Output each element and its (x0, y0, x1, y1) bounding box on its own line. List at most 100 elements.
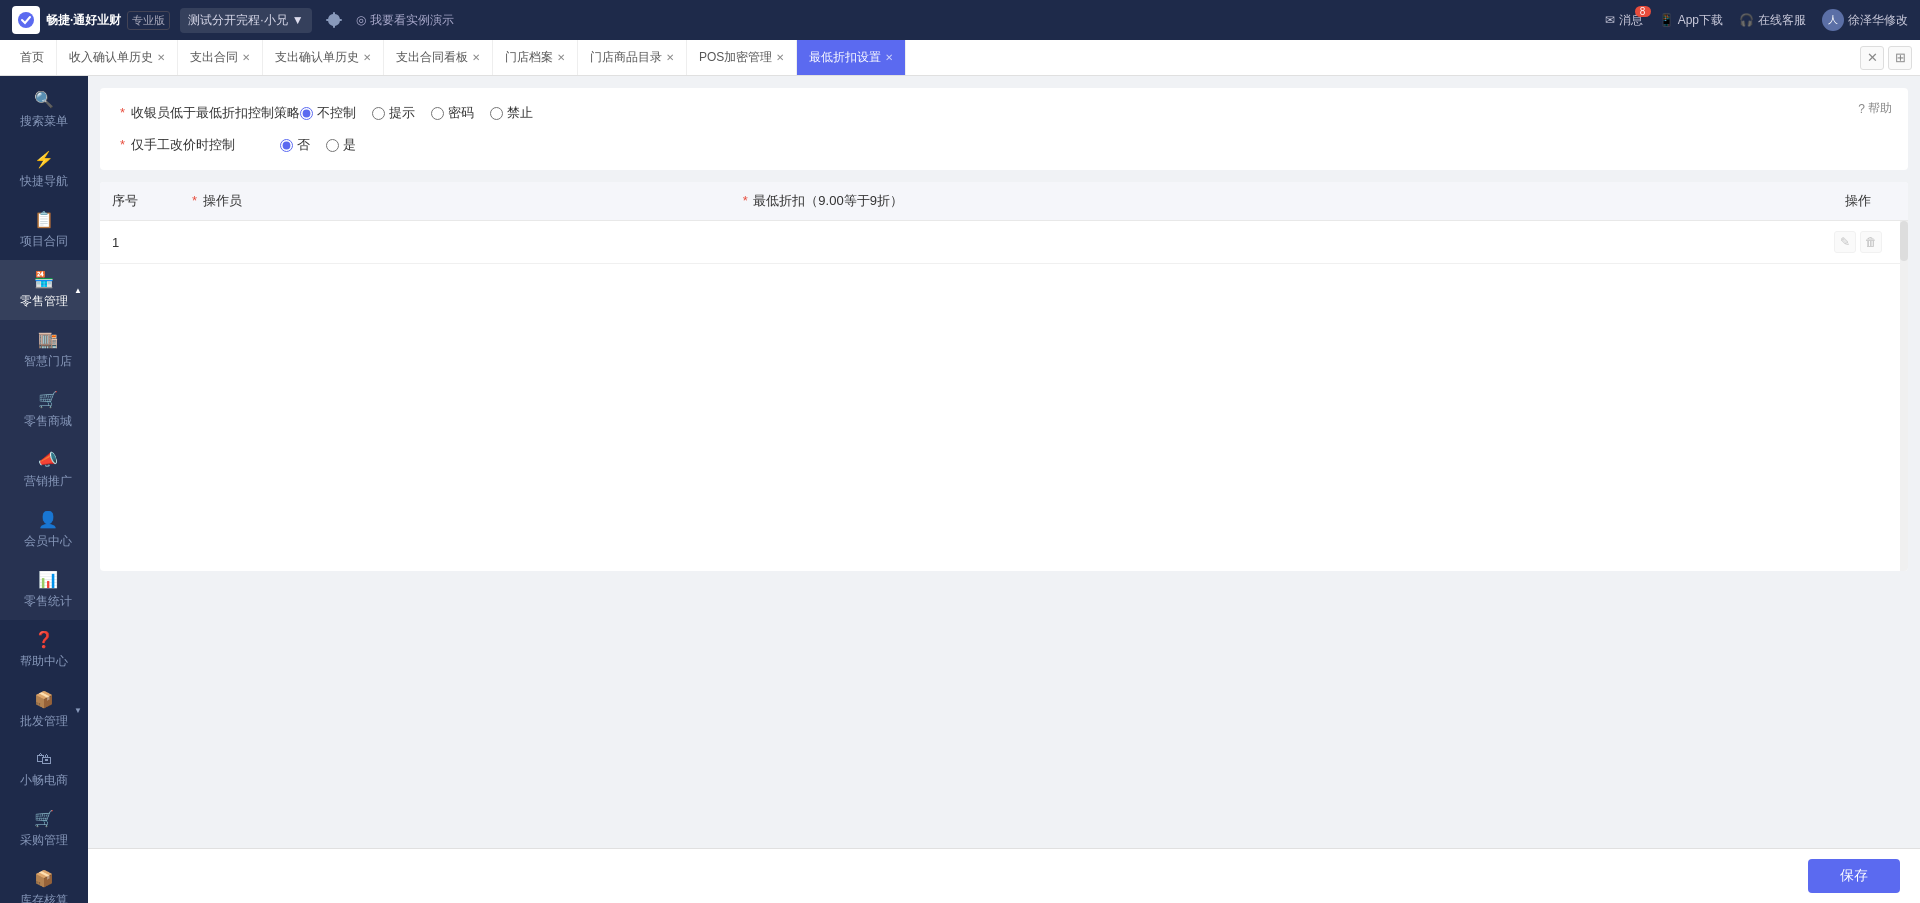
ecommerce-icon: 🛍 (36, 750, 52, 768)
tab-home[interactable]: 首页 (8, 40, 57, 76)
tab-close-btn[interactable]: ✕ (1860, 46, 1884, 70)
discount-strategy-label: * 收银员低于最低折扣控制策略 (120, 104, 300, 122)
tab-pos-password-close[interactable]: ✕ (776, 52, 784, 63)
table-body: 1 ✎ 🗑 (100, 221, 1908, 264)
batch-icon: 📦 (34, 690, 54, 709)
radio-tip-label: 提示 (389, 104, 415, 122)
help-icon: ❓ (34, 630, 54, 649)
sidebar-item-help[interactable]: ❓ 帮助中心 (0, 620, 88, 680)
sidebar-item-batch[interactable]: 📦 批发管理 (0, 680, 88, 740)
tab-home-label: 首页 (20, 49, 44, 66)
sidebar-item-project-label: 项目合同 (20, 233, 68, 250)
tab-menu-btn[interactable]: ⊞ (1888, 46, 1912, 70)
header-right: ✉ 消息 8 📱 App下载 🎧 在线客服 人 徐泽华修改 (1605, 9, 1908, 31)
sidebar-item-search[interactable]: 🔍 搜索菜单 (0, 80, 88, 140)
sidebar-item-quick-nav[interactable]: ⚡ 快捷导航 (0, 140, 88, 200)
radio-password-label: 密码 (448, 104, 474, 122)
tab-payment-board-close[interactable]: ✕ (472, 52, 480, 63)
table-card: 序号 * 操作员 * 最低折扣（9.00等于9折） 操作 (100, 182, 1908, 571)
circle-icon: ◎ (356, 13, 366, 27)
download-icon: 📱 (1659, 13, 1674, 27)
contract-icon: 📋 (34, 210, 54, 229)
tab-payment-confirm[interactable]: 支出确认单历史 ✕ (263, 40, 384, 76)
settings-icon[interactable] (322, 8, 346, 32)
th-discount-star: * (743, 193, 748, 208)
messages-btn[interactable]: ✉ 消息 8 (1605, 12, 1643, 29)
radio-yes[interactable]: 是 (326, 136, 356, 154)
sidebar-item-smart-store[interactable]: 🏬 智慧门店 (0, 320, 88, 380)
tab-store-files[interactable]: 门店档案 ✕ (493, 40, 578, 76)
app-download-label: App下载 (1678, 12, 1723, 29)
tab-store-files-label: 门店档案 (505, 49, 553, 66)
tab-min-discount-close[interactable]: ✕ (885, 52, 893, 63)
tab-store-files-close[interactable]: ✕ (557, 52, 565, 63)
sidebar-item-inventory[interactable]: 📦 库存核算 (0, 859, 88, 903)
avatar: 人 (1822, 9, 1844, 31)
delete-btn-1[interactable]: 🗑 (1860, 231, 1882, 253)
sidebar-item-retail-stats-label: 零售统计 (24, 593, 72, 610)
radio-password[interactable]: 密码 (431, 104, 474, 122)
td-seq-1: 1 (100, 225, 180, 260)
tab-payment-board[interactable]: 支出合同看板 ✕ (384, 40, 493, 76)
svg-point-0 (18, 12, 34, 28)
sidebar-item-purchase[interactable]: 🛒 采购管理 (0, 799, 88, 859)
smart-store-icon: 🏬 (38, 330, 58, 349)
form-row-manual-price: * 仅手工改价时控制 否 是 (120, 136, 1888, 154)
table-scroll-area: 1 ✎ 🗑 (100, 221, 1908, 571)
tab-pos-password-label: POS加密管理 (699, 49, 772, 66)
th-operator-label: 操作员 (203, 193, 242, 208)
form-card: ? 帮助 * 收银员低于最低折扣控制策略 不控制 (100, 88, 1908, 170)
save-button[interactable]: 保存 (1808, 859, 1900, 893)
marketing-icon: 📣 (38, 450, 58, 469)
sidebar-item-purchase-label: 采购管理 (20, 832, 68, 849)
edit-btn-1[interactable]: ✎ (1834, 231, 1856, 253)
tab-payment-confirm-close[interactable]: ✕ (363, 52, 371, 63)
required-star-2: * (120, 137, 125, 152)
sidebar-item-project[interactable]: 📋 项目合同 (0, 200, 88, 260)
tab-payment-contract[interactable]: 支出合同 ✕ (178, 40, 263, 76)
sidebar-item-marketing[interactable]: 📣 营销推广 (0, 440, 88, 500)
radio-no-control[interactable]: 不控制 (300, 104, 356, 122)
help-link[interactable]: ? 帮助 (1858, 100, 1892, 117)
tab-pos-password[interactable]: POS加密管理 ✕ (687, 40, 797, 76)
project-selector[interactable]: 测试分开完程·小兄 ▼ (180, 8, 311, 33)
sidebar-item-retail-mall[interactable]: 🛒 零售商城 (0, 380, 88, 440)
tab-store-products[interactable]: 门店商品目录 ✕ (578, 40, 687, 76)
retail-icon: 🏪 (34, 270, 54, 289)
logo-area: 畅捷·通好业财 专业版 (12, 6, 170, 34)
sidebar-item-retail-stats[interactable]: 📊 零售统计 (0, 560, 88, 620)
radio-tip[interactable]: 提示 (372, 104, 415, 122)
demo-link[interactable]: ◎ 我要看实例演示 (356, 12, 454, 29)
user-area[interactable]: 人 徐泽华修改 (1822, 9, 1908, 31)
discount-strategy-radio-group: 不控制 提示 密码 禁止 (300, 104, 533, 122)
radio-forbid[interactable]: 禁止 (490, 104, 533, 122)
search-icon: 🔍 (34, 90, 54, 109)
lightning-icon: ⚡ (34, 150, 54, 169)
scrollbar-track[interactable] (1900, 221, 1908, 571)
message-icon: ✉ (1605, 13, 1615, 27)
sidebar-item-retail-manage[interactable]: 🏪 零售管理 (0, 260, 88, 320)
sidebar-item-member[interactable]: 👤 会员中心 (0, 500, 88, 560)
app-download-btn[interactable]: 📱 App下载 (1659, 12, 1723, 29)
tab-income-confirm[interactable]: 收入确认单历史 ✕ (57, 40, 178, 76)
form-row-discount-strategy: * 收银员低于最低折扣控制策略 不控制 提示 (120, 104, 1888, 122)
tab-payment-board-label: 支出合同看板 (396, 49, 468, 66)
content-area: ? 帮助 * 收银员低于最低折扣控制策略 不控制 (88, 76, 1920, 903)
customer-service-btn[interactable]: 🎧 在线客服 (1739, 12, 1806, 29)
tabs-actions: ✕ ⊞ (1860, 46, 1912, 70)
discount-strategy-label-text: 收银员低于最低折扣控制策略 (131, 105, 300, 120)
th-discount: * 最低折扣（9.00等于9折） (731, 182, 1808, 220)
tab-income-confirm-close[interactable]: ✕ (157, 52, 165, 63)
page-content: ? 帮助 * 收银员低于最低折扣控制策略 不控制 (88, 76, 1920, 848)
sidebar-item-member-label: 会员中心 (24, 533, 72, 550)
messages-badge: 8 (1635, 6, 1651, 17)
td-seq-1-value: 1 (112, 235, 119, 250)
tab-payment-contract-close[interactable]: ✕ (242, 52, 250, 63)
mall-icon: 🛒 (38, 390, 58, 409)
tab-min-discount[interactable]: 最低折扣设置 ✕ (797, 40, 906, 76)
radio-no[interactable]: 否 (280, 136, 310, 154)
project-name: 测试分开完程·小兄 (188, 12, 287, 29)
scrollbar-thumb[interactable] (1900, 221, 1908, 261)
sidebar-item-ecommerce[interactable]: 🛍 小畅电商 (0, 740, 88, 799)
tab-store-products-close[interactable]: ✕ (666, 52, 674, 63)
